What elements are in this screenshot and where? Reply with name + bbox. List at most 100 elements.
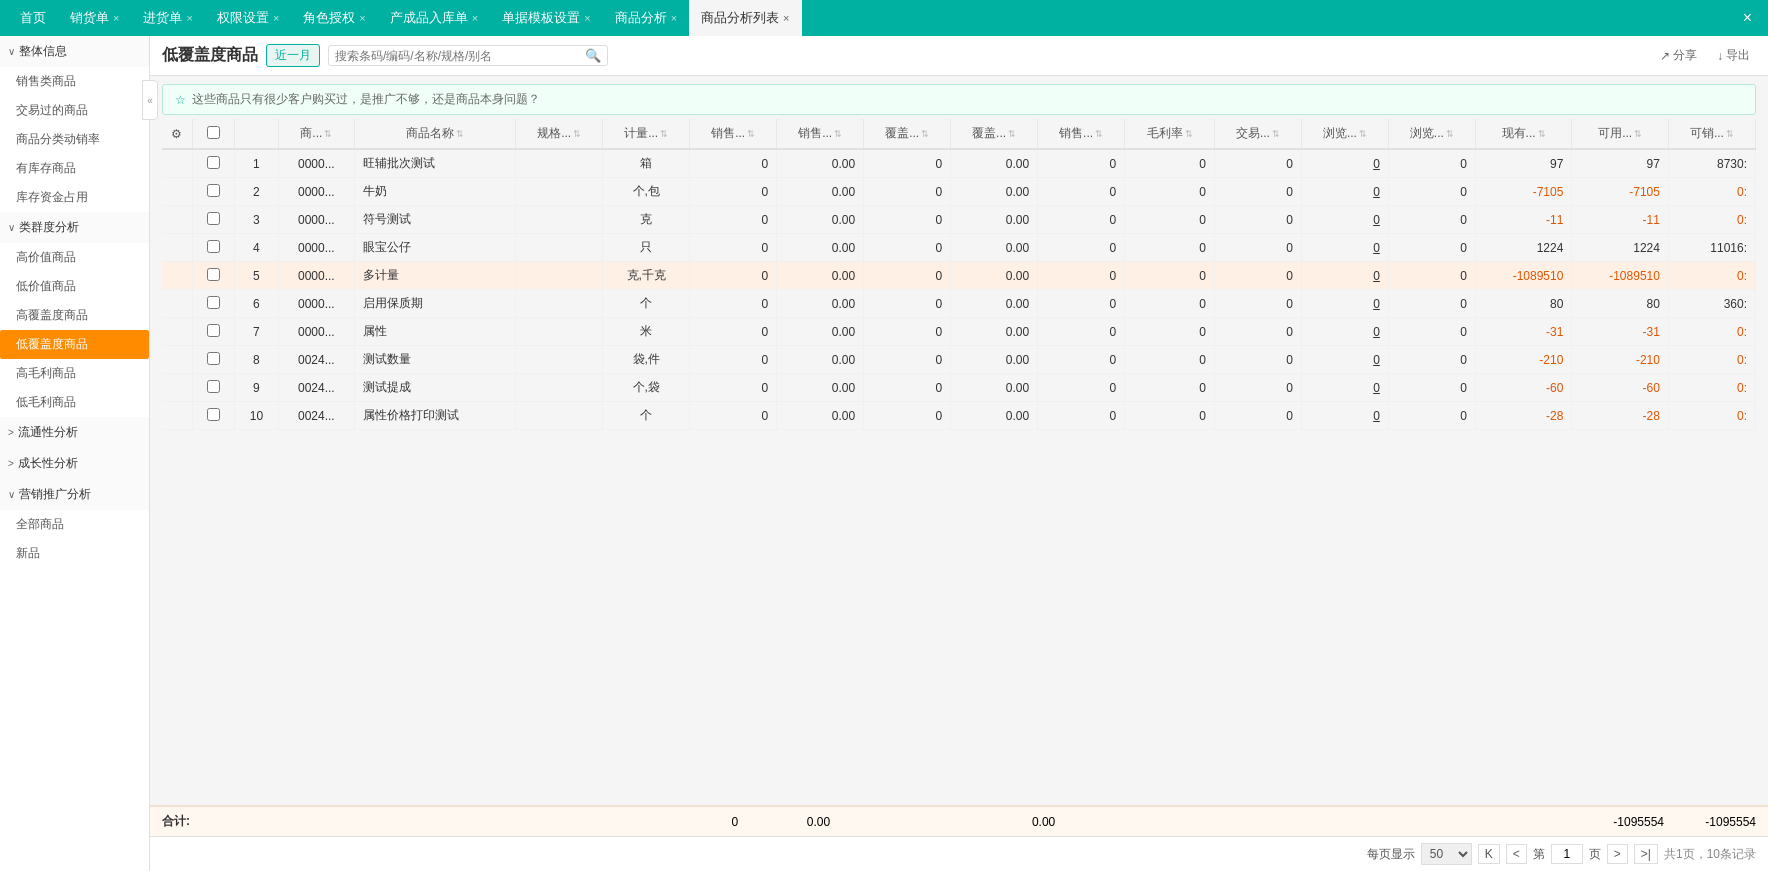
row-gross-margin: 0 [1125, 149, 1215, 178]
first-page-button[interactable]: K [1478, 844, 1500, 864]
row-checkbox[interactable] [192, 262, 235, 290]
sidebar-item-category-rate[interactable]: 商品分类动销率 [0, 125, 149, 154]
sidebar-item-new-goods[interactable]: 新品 [0, 539, 149, 568]
cover-amt-column-header[interactable]: 覆盖...⇅ [951, 119, 1038, 149]
nav-tab-production[interactable]: 产成品入库单 × [378, 0, 490, 36]
unit-column-header[interactable]: 计量...⇅ [603, 119, 690, 149]
row-checkbox[interactable] [192, 374, 235, 402]
sidebar-collapse-button[interactable]: « [142, 80, 158, 120]
close-icon[interactable]: × [472, 12, 478, 24]
saleable-column-header[interactable]: 可销...⇅ [1668, 119, 1755, 149]
table-container[interactable]: ⚙ 商...⇅ 商品名称⇅ 规格...⇅ 计量...⇅ [150, 119, 1768, 805]
row-view-count1[interactable]: 0 [1301, 206, 1388, 234]
share-button[interactable]: ↗ 分享 [1654, 45, 1703, 66]
available-stock-column-header[interactable]: 可用...⇅ [1572, 119, 1669, 149]
row-checkbox[interactable] [192, 178, 235, 206]
sales-amt-column-header[interactable]: 销售...⇅ [777, 119, 864, 149]
current-stock-column-header[interactable]: 现有...⇅ [1475, 119, 1572, 149]
sidebar-item-in-stock[interactable]: 有库存商品 [0, 154, 149, 183]
close-icon[interactable]: × [671, 12, 677, 24]
page-size-select[interactable]: 50 10 20 100 [1421, 843, 1472, 865]
code-column-header[interactable]: 商...⇅ [278, 119, 355, 149]
row-view-count1[interactable]: 0 [1301, 402, 1388, 430]
sidebar-item-high-gross[interactable]: 高毛利商品 [0, 359, 149, 388]
sidebar-item-low-gross[interactable]: 低毛利商品 [0, 388, 149, 417]
sidebar-item-high-coverage[interactable]: 高覆盖度商品 [0, 301, 149, 330]
select-all-checkbox[interactable] [207, 126, 220, 139]
sidebar-item-low-coverage[interactable]: 低覆盖度商品 [0, 330, 149, 359]
sidebar-section-liquidity[interactable]: > 流通性分析 [0, 417, 149, 448]
row-checkbox[interactable] [192, 402, 235, 430]
page-number-input[interactable] [1551, 844, 1583, 864]
close-icon[interactable]: × [186, 12, 192, 24]
export-button[interactable]: ↓ 导出 [1711, 45, 1756, 66]
time-filter-button[interactable]: 近一月 [266, 44, 320, 67]
sidebar-section-marketing[interactable]: ∨ 营销推广分析 [0, 479, 149, 510]
sidebar-item-stock-capital[interactable]: 库存资金占用 [0, 183, 149, 212]
row-gear[interactable] [162, 178, 192, 206]
sidebar-item-low-value[interactable]: 低价值商品 [0, 272, 149, 301]
prev-page-button[interactable]: < [1506, 844, 1527, 864]
settings-column-header[interactable]: ⚙ [162, 119, 192, 149]
sold-qty-column-header[interactable]: 销售...⇅ [1038, 119, 1125, 149]
row-gear[interactable] [162, 318, 192, 346]
sidebar-item-traded-goods[interactable]: 交易过的商品 [0, 96, 149, 125]
row-checkbox[interactable] [192, 318, 235, 346]
view-count1-column-header[interactable]: 浏览...⇅ [1301, 119, 1388, 149]
sidebar-section-growth[interactable]: > 成长性分析 [0, 448, 149, 479]
row-checkbox[interactable] [192, 346, 235, 374]
sidebar-section-cluster[interactable]: ∨ 类群度分析 [0, 212, 149, 243]
nav-tab-analysis[interactable]: 商品分析 × [603, 0, 689, 36]
nav-tab-roles[interactable]: 角色授权 × [291, 0, 377, 36]
nav-tab-templates[interactable]: 单据模板设置 × [490, 0, 602, 36]
row-checkbox[interactable] [192, 234, 235, 262]
row-view-count1[interactable]: 0 [1301, 318, 1388, 346]
trans-count-column-header[interactable]: 交易...⇅ [1214, 119, 1301, 149]
row-gear[interactable] [162, 402, 192, 430]
row-view-count1[interactable]: 0 [1301, 178, 1388, 206]
row-gear[interactable] [162, 346, 192, 374]
nav-tab-home[interactable]: 首页 [8, 0, 58, 36]
view-count2-column-header[interactable]: 浏览...⇅ [1388, 119, 1475, 149]
row-checkbox[interactable] [192, 149, 235, 178]
row-name: 旺辅批次测试 [355, 149, 516, 178]
row-view-count1[interactable]: 0 [1301, 290, 1388, 318]
row-checkbox[interactable] [192, 290, 235, 318]
close-icon[interactable]: × [273, 12, 279, 24]
row-gear[interactable] [162, 290, 192, 318]
data-table: ⚙ 商...⇅ 商品名称⇅ 规格...⇅ 计量...⇅ [162, 119, 1756, 430]
row-view-count1[interactable]: 0 [1301, 234, 1388, 262]
sidebar-item-high-value[interactable]: 高价值商品 [0, 243, 149, 272]
nav-tab-purchase[interactable]: 进货单 × [131, 0, 204, 36]
cover-qty-column-header[interactable]: 覆盖...⇅ [864, 119, 951, 149]
name-column-header[interactable]: 商品名称⇅ [355, 119, 516, 149]
close-icon[interactable]: × [359, 12, 365, 24]
last-page-button[interactable]: >| [1634, 844, 1658, 864]
sidebar-item-sales-goods[interactable]: 销售类商品 [0, 67, 149, 96]
close-icon[interactable]: × [783, 12, 789, 24]
row-gear[interactable] [162, 149, 192, 178]
sales-qty-column-header[interactable]: 销售...⇅ [690, 119, 777, 149]
close-icon[interactable]: × [584, 12, 590, 24]
window-close-button[interactable]: × [1735, 9, 1760, 27]
nav-tab-permissions[interactable]: 权限设置 × [205, 0, 291, 36]
spec-column-header[interactable]: 规格...⇅ [516, 119, 603, 149]
row-checkbox[interactable] [192, 206, 235, 234]
row-view-count1[interactable]: 0 [1301, 262, 1388, 290]
row-gear[interactable] [162, 262, 192, 290]
checkbox-column-header[interactable] [192, 119, 235, 149]
row-view-count1[interactable]: 0 [1301, 374, 1388, 402]
row-gear[interactable] [162, 234, 192, 262]
row-view-count1[interactable]: 0 [1301, 149, 1388, 178]
sidebar-section-overall[interactable]: ∨ 整体信息 [0, 36, 149, 67]
next-page-button[interactable]: > [1607, 844, 1628, 864]
search-input[interactable] [335, 49, 585, 63]
nav-tab-sales[interactable]: 销货单 × [58, 0, 131, 36]
row-gear[interactable] [162, 374, 192, 402]
gross-margin-column-header[interactable]: 毛利率⇅ [1125, 119, 1215, 149]
nav-tab-analysis-list[interactable]: 商品分析列表 × [689, 0, 801, 36]
close-icon[interactable]: × [113, 12, 119, 24]
row-view-count1[interactable]: 0 [1301, 346, 1388, 374]
sidebar-item-all-goods[interactable]: 全部商品 [0, 510, 149, 539]
row-gear[interactable] [162, 206, 192, 234]
